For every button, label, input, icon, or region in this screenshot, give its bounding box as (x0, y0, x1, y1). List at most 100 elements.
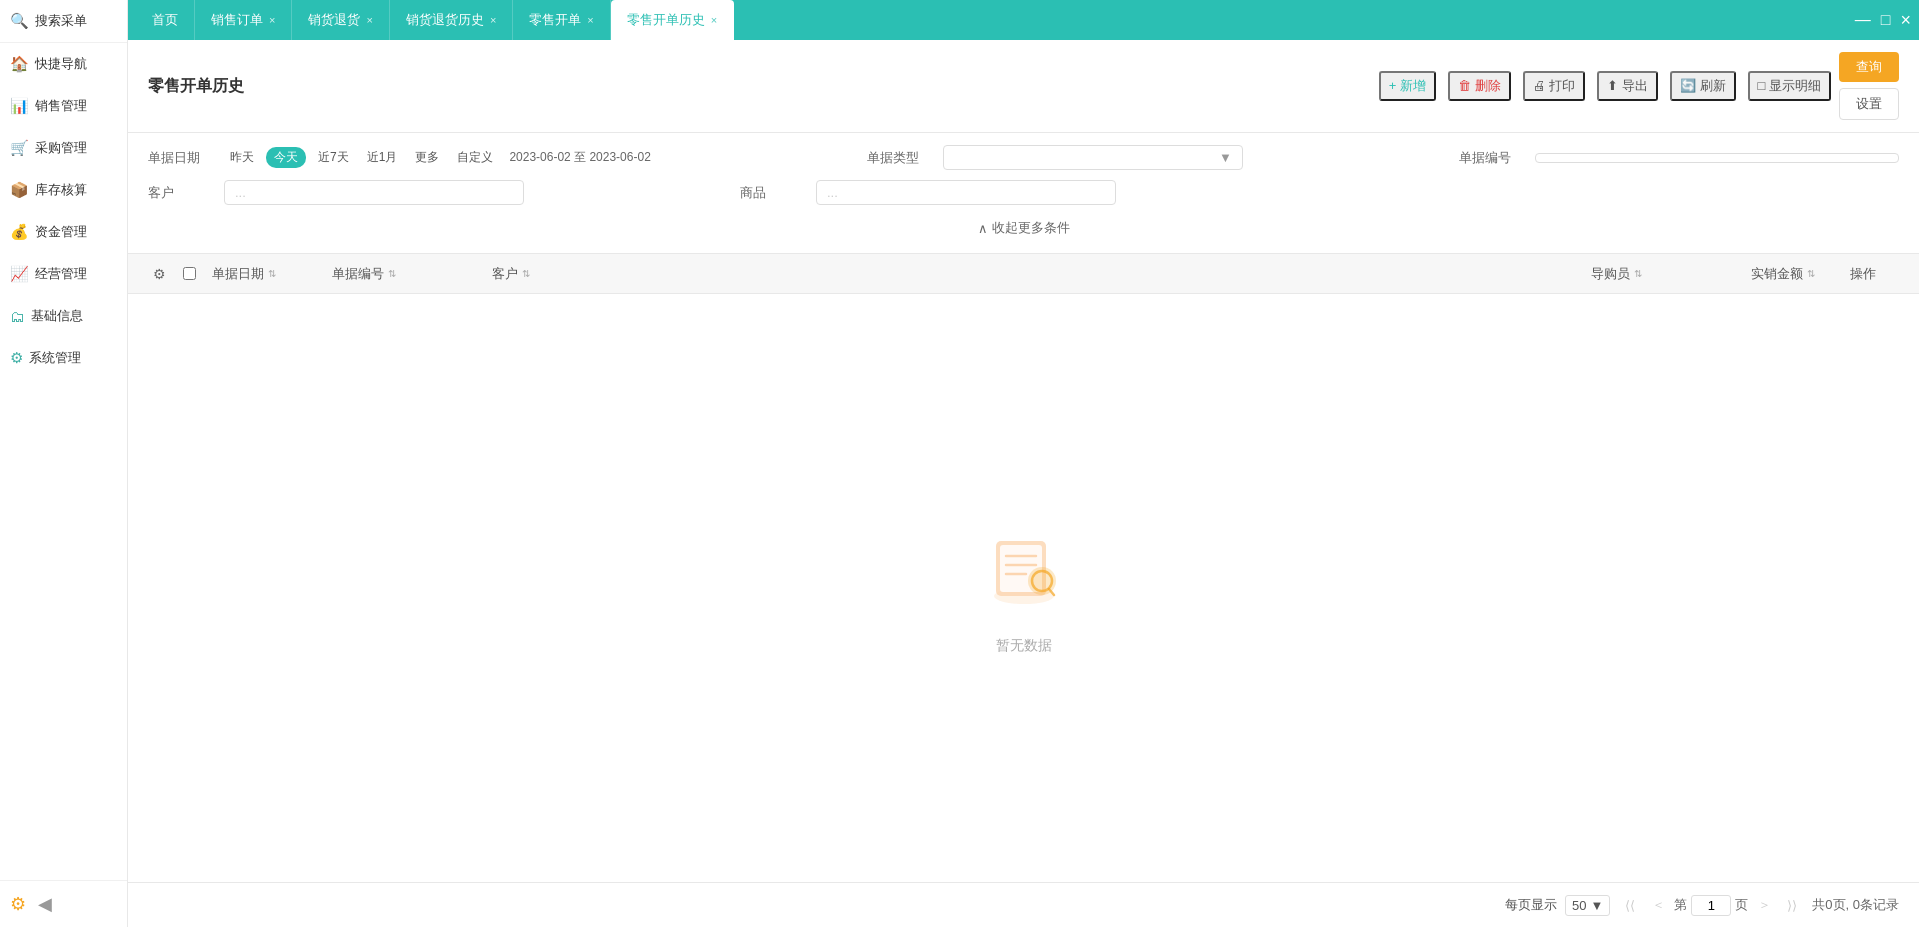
display-button[interactable]: □ 显示明细 (1748, 71, 1831, 101)
th-number[interactable]: 单据编号 ⇅ (324, 265, 484, 283)
tab-sales-return-history-label: 销货退货历史 (406, 11, 484, 29)
column-settings-icon[interactable]: ⚙ (144, 266, 174, 282)
page-header: 零售开单历史 + 新增 🗑 删除 🖨 打印 ⬆ 导出 🔄 刷新 □ 显示明细 查… (128, 40, 1919, 133)
total-info: 共0页, 0条记录 (1812, 896, 1899, 914)
sort-number-icon: ⇅ (388, 268, 396, 279)
page-size-value: 50 (1572, 898, 1586, 913)
sidebar-item-label: 销售管理 (35, 97, 87, 115)
tab-bar: 首页 销售订单 × 销货退货 × 销货退货历史 × 零售开单 × 零售开单历史 … (128, 0, 1919, 40)
th-customer[interactable]: 客户 ⇅ (484, 265, 1583, 283)
sort-guide-icon: ⇅ (1634, 268, 1642, 279)
sidebar-item-sales-mgmt[interactable]: 📊 销售管理 (0, 85, 127, 127)
collapse-sidebar-icon[interactable]: ◀ (38, 893, 52, 915)
minimize-button[interactable]: — (1855, 11, 1871, 29)
th-guide-label: 导购员 (1591, 265, 1630, 283)
tab-sales-order-close[interactable]: × (269, 14, 275, 26)
th-amount[interactable]: 实销金额 ⇅ (1703, 265, 1823, 283)
tab-retail-history[interactable]: 零售开单历史 × (611, 0, 734, 40)
sidebar-search[interactable]: 🔍 搜索采单 (0, 0, 127, 43)
sidebar-search-label: 搜索采单 (35, 12, 87, 30)
action-buttons: 查询 设置 (1839, 52, 1899, 120)
th-guide[interactable]: 导购员 ⇅ (1583, 265, 1703, 283)
last-page-button[interactable]: ⟩⟩ (1780, 893, 1804, 917)
sidebar-item-quick-nav[interactable]: 🏠 快捷导航 (0, 43, 127, 85)
first-page-button[interactable]: ⟨⟨ (1618, 893, 1642, 917)
sidebar-item-operations[interactable]: 📈 经营管理 (0, 253, 127, 295)
date-range-display: 2023-06-02 至 2023-06-02 (509, 149, 650, 166)
filter-area: 单据日期 昨天 今天 近7天 近1月 更多 自定义 2023-06-02 至 2… (128, 133, 1919, 254)
tab-sales-return-history[interactable]: 销货退货历史 × (390, 0, 513, 40)
tab-retail-open[interactable]: 零售开单 × (513, 0, 610, 40)
number-input[interactable] (1535, 153, 1899, 163)
home-icon: 🏠 (10, 55, 29, 73)
sidebar-item-basics[interactable]: 🗂 基础信息 (0, 295, 127, 337)
toolbar: + 新增 🗑 删除 🖨 打印 ⬆ 导出 🔄 刷新 □ 显示明细 (1379, 71, 1831, 101)
sidebar-item-purchase-mgmt[interactable]: 🛒 采购管理 (0, 127, 127, 169)
folder-icon: 🗂 (10, 308, 25, 325)
page-title: 零售开单历史 (148, 76, 244, 97)
tab-retail-open-close[interactable]: × (587, 14, 593, 26)
table-header: ⚙ 单据日期 ⇅ 单据编号 ⇅ 客户 ⇅ 导购员 ⇅ 实销金额 ⇅ (128, 254, 1919, 294)
filter-row-1: 单据日期 昨天 今天 近7天 近1月 更多 自定义 2023-06-02 至 2… (148, 145, 1899, 170)
sidebar-bottom: ⚙ ◀ (0, 880, 127, 927)
type-select-arrow: ▼ (1219, 150, 1232, 165)
type-filter-label: 单据类型 (867, 149, 927, 167)
page-label: 第 (1674, 896, 1687, 914)
page-size-arrow: ▼ (1590, 898, 1603, 913)
settings-button[interactable]: 设置 (1839, 88, 1899, 120)
refresh-button[interactable]: 🔄 刷新 (1670, 71, 1736, 101)
table-area: ⚙ 单据日期 ⇅ 单据编号 ⇅ 客户 ⇅ 导购员 ⇅ 实销金额 ⇅ (128, 254, 1919, 927)
collapse-row: ∧ 收起更多条件 (148, 215, 1899, 241)
date-opt-more[interactable]: 更多 (409, 147, 445, 168)
query-button[interactable]: 查询 (1839, 52, 1899, 82)
sidebar-item-inventory[interactable]: 📦 库存核算 (0, 169, 127, 211)
sidebar-item-label: 系统管理 (29, 349, 81, 367)
current-page-input[interactable] (1691, 895, 1731, 916)
search-icon: 🔍 (10, 12, 29, 30)
sidebar-item-label: 资金管理 (35, 223, 87, 241)
sidebar-item-finance[interactable]: 💰 资金管理 (0, 211, 127, 253)
th-operation: 操作 (1823, 265, 1903, 283)
settings-icon[interactable]: ⚙ (10, 893, 26, 915)
date-opt-custom[interactable]: 自定义 (451, 147, 499, 168)
th-operation-label: 操作 (1850, 265, 1876, 283)
tab-sales-return[interactable]: 销货退货 × (292, 0, 389, 40)
tab-sales-order[interactable]: 销售订单 × (195, 0, 292, 40)
add-button[interactable]: + 新增 (1379, 71, 1436, 101)
page-size-select[interactable]: 50 ▼ (1565, 895, 1610, 916)
empty-icon (974, 521, 1074, 621)
sidebar-item-system[interactable]: ⚙ 系统管理 (0, 337, 127, 379)
date-opt-today[interactable]: 今天 (266, 147, 306, 168)
th-customer-label: 客户 (492, 265, 518, 283)
select-all-checkbox[interactable] (174, 267, 204, 280)
page-nav: ⟨⟨ ＜ 第 页 ＞ ⟩⟩ (1618, 893, 1804, 917)
customer-input-dots: ... (235, 185, 246, 200)
tab-retail-history-close[interactable]: × (711, 14, 717, 26)
checkbox-all[interactable] (183, 267, 196, 280)
filter-row-2: 客户 ... 商品 ... (148, 180, 1899, 205)
next-page-button[interactable]: ＞ (1752, 893, 1776, 917)
tab-sales-return-close[interactable]: × (366, 14, 372, 26)
product-input[interactable]: ... (816, 180, 1116, 205)
date-opt-yesterday[interactable]: 昨天 (224, 147, 260, 168)
customer-input[interactable]: ... (224, 180, 524, 205)
tab-home[interactable]: 首页 (136, 0, 195, 40)
delete-button[interactable]: 🗑 删除 (1448, 71, 1511, 101)
tab-retail-history-label: 零售开单历史 (627, 11, 705, 29)
print-button[interactable]: 🖨 打印 (1523, 71, 1586, 101)
date-opt-7days[interactable]: 近7天 (312, 147, 355, 168)
window-controls: — □ × (1855, 10, 1911, 31)
per-page-label: 每页显示 (1505, 896, 1557, 914)
box-icon: 📦 (10, 181, 29, 199)
date-opt-1month[interactable]: 近1月 (361, 147, 404, 168)
sidebar: 🔍 搜索采单 🏠 快捷导航 📊 销售管理 🛒 采购管理 📦 库存核算 💰 资金管… (0, 0, 128, 927)
prev-page-button[interactable]: ＜ (1646, 893, 1670, 917)
th-date[interactable]: 单据日期 ⇅ (204, 265, 324, 283)
pagination: 每页显示 50 ▼ ⟨⟨ ＜ 第 页 ＞ ⟩⟩ 共0页, 0条记录 (128, 882, 1919, 927)
tab-sales-return-history-close[interactable]: × (490, 14, 496, 26)
collapse-button[interactable]: ∧ 收起更多条件 (966, 215, 1082, 241)
close-button[interactable]: × (1900, 10, 1911, 31)
maximize-button[interactable]: □ (1881, 11, 1891, 29)
export-button[interactable]: ⬆ 导出 (1597, 71, 1658, 101)
type-select[interactable]: ▼ (943, 145, 1243, 170)
